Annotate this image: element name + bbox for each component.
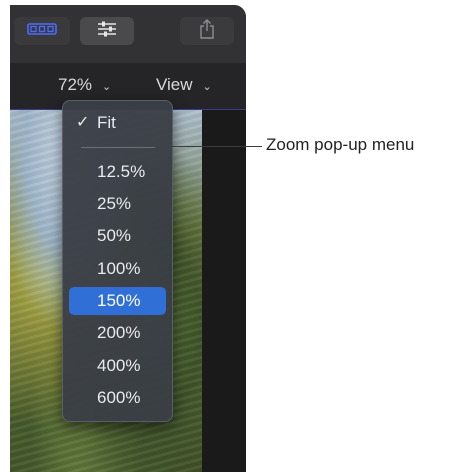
menu-item-400[interactable]: 400% (69, 352, 166, 380)
view-popup-button[interactable]: View ⌄ (156, 75, 212, 95)
browser-filmstrip-icon (27, 22, 57, 40)
zoom-value: 72% (58, 75, 93, 94)
menu-item-200[interactable]: 200% (69, 319, 166, 347)
menu-item-fit[interactable]: ✓ Fit (69, 109, 166, 137)
chevron-down-icon: ⌄ (202, 80, 212, 93)
inspector-button[interactable] (80, 17, 134, 45)
menu-item-25[interactable]: 25% (69, 190, 166, 218)
browser-button[interactable] (14, 17, 70, 45)
view-label: View (156, 75, 193, 94)
callout-label: Zoom pop-up menu (266, 135, 415, 154)
menu-item-12-5[interactable]: 12.5% (69, 158, 166, 186)
share-button[interactable] (180, 17, 234, 45)
callout-line (172, 146, 262, 147)
checkmark-icon: ✓ (76, 114, 90, 131)
inspector-sliders-icon (96, 20, 118, 43)
share-icon (199, 18, 215, 44)
menu-item-600[interactable]: 600% (69, 384, 166, 412)
menu-separator (81, 147, 155, 148)
zoom-popup-menu: ✓ Fit 12.5% 25% 50% 100% 150% 200% 400% … (62, 100, 173, 422)
chevron-down-icon: ⌄ (102, 80, 112, 93)
menu-item-100[interactable]: 100% (69, 255, 166, 283)
viewer-background (202, 110, 246, 472)
zoom-popup-button[interactable]: 72% ⌄ (58, 75, 111, 95)
menu-item-150[interactable]: 150% (69, 287, 166, 315)
toolbar (10, 5, 246, 63)
menu-item-50[interactable]: 50% (69, 222, 166, 250)
